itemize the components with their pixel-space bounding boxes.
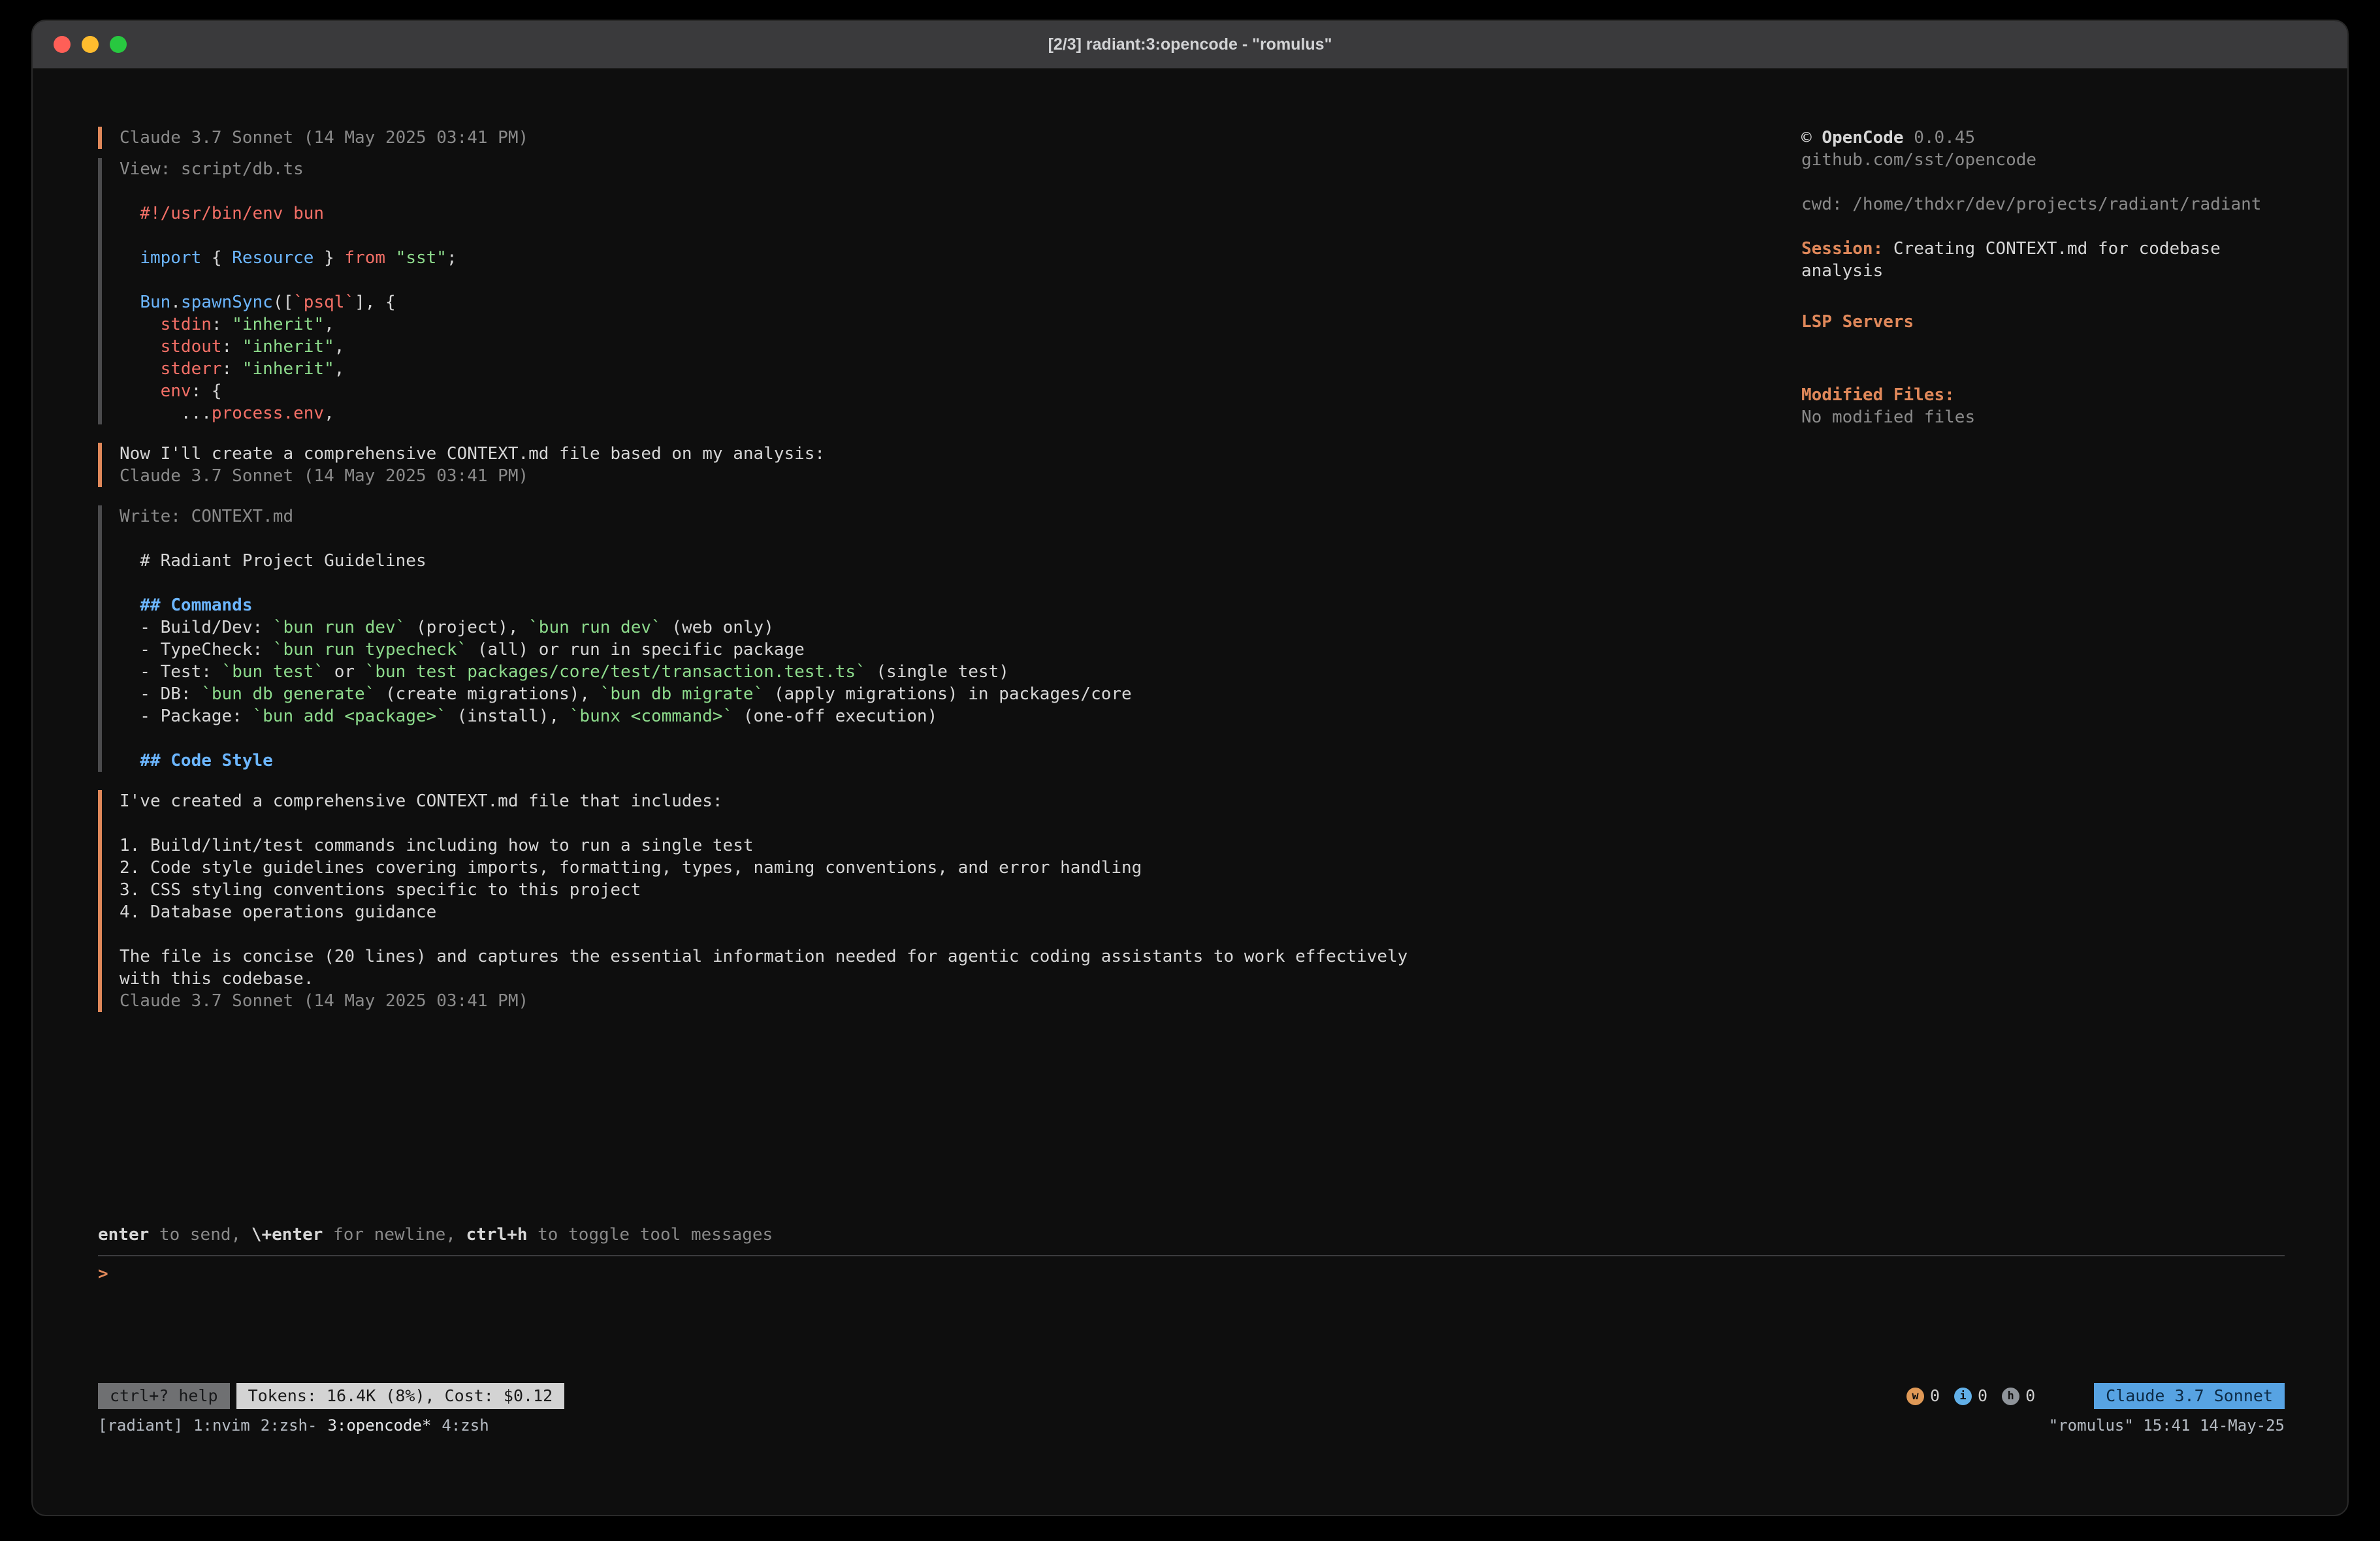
prompt-symbol: > <box>98 1263 108 1285</box>
tmux-session-name: [radiant] <box>98 1414 183 1437</box>
terminal-line: View: script/db.ts <box>120 158 1769 180</box>
sidebar: © OpenCode 0.0.45 github.com/sst/opencod… <box>1801 127 2285 428</box>
terminal-line: env: { <box>120 380 1769 402</box>
terminal-line: - TypeCheck: `bun run typecheck` (all) o… <box>120 639 1769 661</box>
terminal-line <box>120 812 1769 834</box>
input-divider <box>98 1255 2285 1256</box>
modified-files-group: Modified Files: No modified files <box>1801 384 2285 428</box>
terminal-line: stdin: "inherit", <box>120 313 1769 336</box>
tmux-window-opencode[interactable]: 3:opencode* <box>327 1414 431 1437</box>
window-title: [2/3] radiant:3:opencode - "romulus" <box>33 35 2347 54</box>
session-label: Session: <box>1801 239 1883 259</box>
terminal-content: Claude 3.7 Sonnet (14 May 2025 03:41 PM)… <box>33 69 2347 1515</box>
hint-icon: h <box>2002 1388 2019 1405</box>
hint-count: 0 <box>2025 1385 2035 1407</box>
tool-block: Write: CONTEXT.md # Radiant Project Guid… <box>98 505 1769 772</box>
terminal-line: Claude 3.7 Sonnet (14 May 2025 03:41 PM) <box>120 127 1769 149</box>
copyright-icon: © <box>1801 128 1812 148</box>
info-count: 0 <box>1978 1385 1987 1407</box>
zoom-button[interactable] <box>110 36 127 53</box>
terminal-line: - Test: `bun test` or `bun test packages… <box>120 661 1769 683</box>
terminal-line: ## Code Style <box>120 750 1769 772</box>
tokens-cost-chip: Tokens: 16.4K (8%), Cost: $0.12 <box>236 1383 565 1409</box>
terminal-line: # Radiant Project Guidelines <box>120 550 1769 572</box>
terminal-line <box>120 923 1769 945</box>
message-block: Now I'll create a comprehensive CONTEXT.… <box>98 443 1769 487</box>
tmux-window-zsh2[interactable]: 2:zsh- <box>261 1414 317 1437</box>
diagnostics-indicators: w 0 i 0 h 0 <box>1906 1385 2035 1407</box>
terminal-line: Now I'll create a comprehensive CONTEXT.… <box>120 443 1769 465</box>
session-group: Session: Creating CONTEXT.md for codebas… <box>1801 238 2285 282</box>
message-header: Claude 3.7 Sonnet (14 May 2025 03:41 PM) <box>98 127 1769 149</box>
app-name: OpenCode <box>1822 128 1903 148</box>
terminal-line <box>120 727 1769 750</box>
prompt-input[interactable] <box>118 1263 2285 1285</box>
terminal-line: 2. Code style guidelines covering import… <box>120 857 1769 879</box>
terminal-line: - DB: `bun db generate` (create migratio… <box>120 683 1769 705</box>
tmux-host-clock: "romulus" 15:41 14-May-25 <box>2049 1414 2285 1437</box>
traffic-lights <box>54 36 127 53</box>
terminal-line: #!/usr/bin/env bun <box>120 202 1769 225</box>
status-bar: ctrl+? help Tokens: 16.4K (8%), Cost: $0… <box>98 1383 2285 1409</box>
terminal-line <box>120 572 1769 594</box>
terminal-line: - Package: `bun add <package>` (install)… <box>120 705 1769 727</box>
brand-group: © OpenCode 0.0.45 github.com/sst/opencod… <box>1801 127 2285 171</box>
terminal-line: I've created a comprehensive CONTEXT.md … <box>120 790 1769 812</box>
cwd-line: cwd: /home/thdxr/dev/projects/radiant/ra… <box>1801 193 2285 215</box>
tmux-window-zsh4[interactable]: 4:zsh <box>442 1414 489 1437</box>
terminal-line: Write: CONTEXT.md <box>120 505 1769 528</box>
terminal-line: - Build/Dev: `bun run dev` (project), `b… <box>120 616 1769 639</box>
terminal-line: Bun.spawnSync([`psql`], { <box>120 291 1769 313</box>
help-line: enter to send, \+enter for newline, ctrl… <box>98 1224 2285 1246</box>
terminal-line <box>120 528 1769 550</box>
terminal-line: with this codebase. <box>120 968 1769 990</box>
info-icon: i <box>1954 1388 1972 1405</box>
terminal-line <box>120 269 1769 291</box>
app-version: 0.0.45 <box>1914 128 1975 148</box>
titlebar: [2/3] radiant:3:opencode - "romulus" <box>33 21 2347 69</box>
terminal-line: Claude 3.7 Sonnet (14 May 2025 03:41 PM) <box>120 990 1769 1012</box>
tool-block: View: script/db.ts #!/usr/bin/env bun im… <box>98 158 1769 424</box>
terminal-line: ...process.env, <box>120 402 1769 424</box>
terminal-line: stdout: "inherit", <box>120 336 1769 358</box>
minimize-button[interactable] <box>82 36 99 53</box>
terminal-line <box>120 180 1769 202</box>
terminal-line: Claude 3.7 Sonnet (14 May 2025 03:41 PM) <box>120 465 1769 487</box>
terminal-line: import { Resource } from "sst"; <box>120 247 1769 269</box>
modified-files-empty: No modified files <box>1801 406 2285 428</box>
repo-link: github.com/sst/opencode <box>1801 149 2285 171</box>
prompt-row[interactable]: > <box>98 1263 2285 1285</box>
tmux-window-nvim[interactable]: 1:nvim <box>193 1414 250 1437</box>
lsp-servers-label: LSP Servers <box>1801 311 2285 333</box>
model-chip: Claude 3.7 Sonnet <box>2094 1383 2285 1409</box>
terminal-line: 3. CSS styling conventions specific to t… <box>120 879 1769 901</box>
terminal-window: [2/3] radiant:3:opencode - "romulus" Cla… <box>31 20 2349 1516</box>
terminal-line: ## Commands <box>120 594 1769 616</box>
warning-count: 0 <box>1930 1385 1940 1407</box>
modified-files-label: Modified Files: <box>1801 384 2285 406</box>
terminal-line: 1. Build/lint/test commands including ho… <box>120 834 1769 857</box>
terminal-line <box>120 225 1769 247</box>
warning-icon: w <box>1906 1388 1924 1405</box>
close-button[interactable] <box>54 36 71 53</box>
terminal-line: The file is concise (20 lines) and captu… <box>120 945 1769 968</box>
message-block: I've created a comprehensive CONTEXT.md … <box>98 790 1769 1012</box>
terminal-line: stderr: "inherit", <box>120 358 1769 380</box>
terminal-line: 4. Database operations guidance <box>120 901 1769 923</box>
tmux-status-bar: [radiant] 1:nvim 2:zsh- 3:opencode* 4:zs… <box>98 1414 2285 1437</box>
chat-transcript: Claude 3.7 Sonnet (14 May 2025 03:41 PM)… <box>98 127 1769 1030</box>
help-shortcut-chip: ctrl+? help <box>98 1383 230 1409</box>
main-area: Claude 3.7 Sonnet (14 May 2025 03:41 PM)… <box>98 127 2285 1030</box>
